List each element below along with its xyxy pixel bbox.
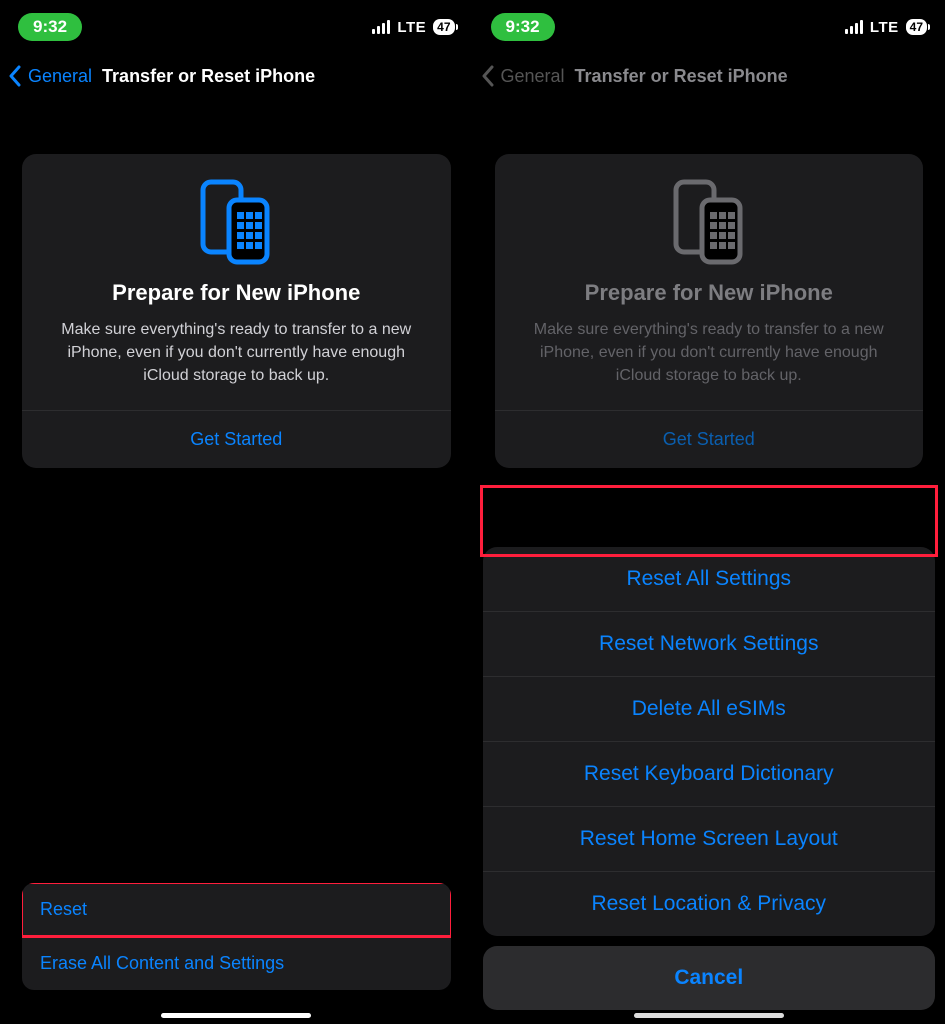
nav-bar-dimmed: General Transfer or Reset iPhone	[473, 54, 945, 98]
back-chevron-icon[interactable]	[6, 62, 24, 90]
reset-action-sheet: Reset All Settings Reset Network Setting…	[483, 547, 936, 1010]
nav-back-label[interactable]: General	[28, 66, 92, 87]
sheet-reset-location-privacy[interactable]: Reset Location & Privacy	[483, 871, 936, 936]
battery-icon: 47	[906, 19, 927, 35]
get-started-button[interactable]: Get Started	[40, 411, 433, 468]
bottom-options-list: Reset Erase All Content and Settings	[22, 883, 451, 990]
sheet-reset-all-settings[interactable]: Reset All Settings	[483, 547, 936, 611]
erase-all-row[interactable]: Erase All Content and Settings	[22, 936, 451, 990]
status-bar: 9:32 LTE 47	[0, 0, 473, 54]
sheet-reset-network-settings[interactable]: Reset Network Settings	[483, 611, 936, 676]
card-title: Prepare for New iPhone	[40, 280, 433, 306]
dual-screenshot-container: 9:32 LTE 47 General Transfer or Reset iP…	[0, 0, 945, 1024]
transfer-phones-icon	[40, 176, 433, 266]
screen-left: 9:32 LTE 47 General Transfer or Reset iP…	[0, 0, 473, 1024]
sheet-reset-home-screen-layout[interactable]: Reset Home Screen Layout	[483, 806, 936, 871]
home-indicator[interactable]	[161, 1013, 311, 1018]
status-right: LTE 47	[845, 19, 927, 36]
home-indicator[interactable]	[634, 1013, 784, 1018]
status-bar: 9:32 LTE 47	[473, 0, 945, 54]
signal-icon	[372, 20, 390, 34]
prepare-card-dimmed: Prepare for New iPhone Make sure everyth…	[495, 154, 924, 468]
status-time-pill: 9:32	[491, 13, 555, 41]
card-title: Prepare for New iPhone	[513, 280, 906, 306]
sheet-options-group: Reset All Settings Reset Network Setting…	[483, 547, 936, 936]
prepare-card: Prepare for New iPhone Make sure everyth…	[22, 154, 451, 468]
battery-icon: 47	[433, 19, 454, 35]
nav-bar: General Transfer or Reset iPhone	[0, 54, 473, 98]
nav-title: Transfer or Reset iPhone	[575, 66, 788, 87]
sheet-delete-all-esims[interactable]: Delete All eSIMs	[483, 676, 936, 741]
get-started-button: Get Started	[513, 411, 906, 468]
network-label: LTE	[397, 19, 426, 36]
card-description: Make sure everything's ready to transfer…	[513, 318, 906, 388]
reset-row[interactable]: Reset	[22, 883, 451, 936]
nav-title: Transfer or Reset iPhone	[102, 66, 315, 87]
back-chevron-icon	[479, 62, 497, 90]
signal-icon	[845, 20, 863, 34]
sheet-reset-keyboard-dictionary[interactable]: Reset Keyboard Dictionary	[483, 741, 936, 806]
card-description: Make sure everything's ready to transfer…	[40, 318, 433, 388]
status-right: LTE 47	[372, 19, 454, 36]
sheet-cancel-button[interactable]: Cancel	[483, 946, 936, 1010]
transfer-phones-icon	[513, 176, 906, 266]
status-time-pill: 9:32	[18, 13, 82, 41]
nav-back-label: General	[501, 66, 565, 87]
screen-right: 9:32 LTE 47 General Transfer or Reset iP…	[473, 0, 945, 1024]
network-label: LTE	[870, 19, 899, 36]
